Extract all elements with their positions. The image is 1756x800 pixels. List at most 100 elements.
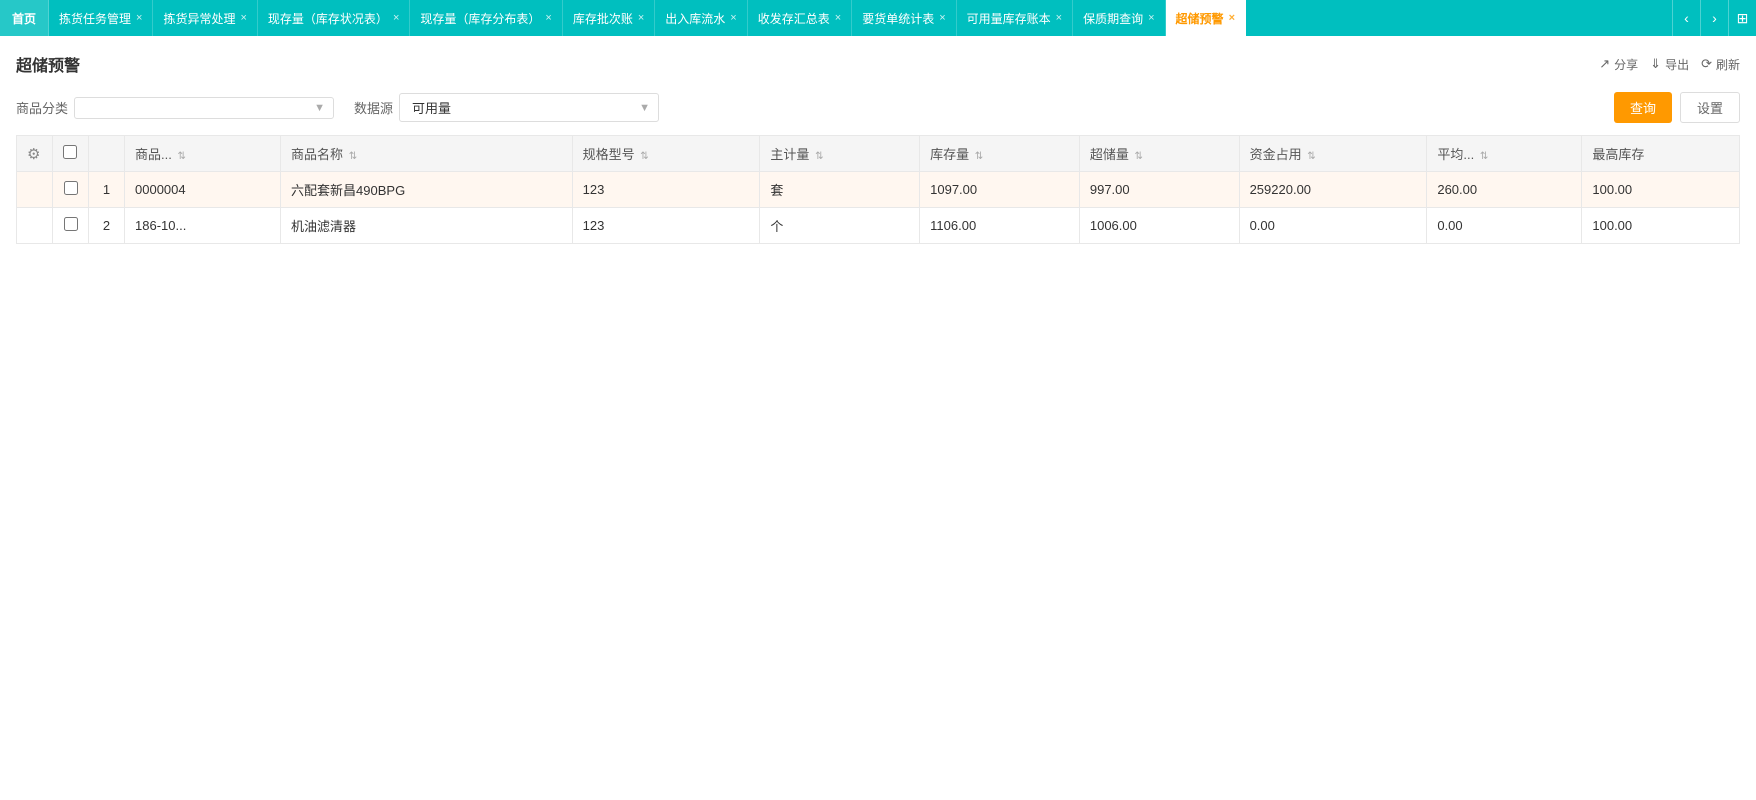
- refresh-button[interactable]: ⟳ 刷新: [1701, 56, 1740, 73]
- row-spec: 123: [572, 172, 760, 208]
- row-unit: 个: [760, 208, 920, 244]
- filter-action-buttons: 查询 设置: [1614, 92, 1740, 123]
- sort-product-code: ⇅: [177, 151, 185, 162]
- row-settings-cell: [17, 208, 53, 244]
- nav-item-close-5[interactable]: ×: [730, 12, 736, 24]
- table-body: 1 0000004 六配套新昌490BPG 123 套 1097.00 997.…: [17, 172, 1740, 244]
- refresh-icon: ⟳: [1701, 56, 1712, 72]
- share-icon: ↗: [1599, 56, 1610, 72]
- nav-item-3[interactable]: 现存量（库存分布表） ×: [410, 0, 562, 36]
- nav-item-close-4[interactable]: ×: [638, 12, 644, 24]
- page-title: 超储预警: [16, 52, 80, 76]
- row-capital: 259220.00: [1239, 172, 1427, 208]
- nav-item-label-2: 现存量（库存状况表）: [268, 10, 388, 27]
- nav-arrow-left[interactable]: ‹: [1672, 0, 1700, 36]
- export-button[interactable]: ⇓ 导出: [1650, 56, 1689, 73]
- nav-item-7[interactable]: 要货单统计表×: [852, 0, 956, 36]
- row-product-code: 0000004: [125, 172, 281, 208]
- nav-item-9[interactable]: 保质期查询 ×: [1073, 0, 1165, 36]
- sort-avg: ⇅: [1480, 151, 1488, 162]
- nav-item-close-10[interactable]: ×: [1229, 12, 1235, 24]
- th-avg[interactable]: 平均... ⇅: [1427, 136, 1582, 172]
- header-gear-icon[interactable]: ⚙: [27, 146, 40, 163]
- nav-arrow-right[interactable]: ›: [1700, 0, 1728, 36]
- export-icon: ⇓: [1650, 56, 1661, 72]
- datasource-value: 可用量: [412, 98, 451, 117]
- nav-item-label-1: 拣货异常处理: [163, 10, 235, 27]
- nav-item-close-1[interactable]: ×: [240, 12, 246, 24]
- nav-item-2[interactable]: 现存量（库存状况表） ×: [258, 0, 410, 36]
- sort-stock: ⇅: [975, 151, 983, 162]
- row-spec: 123: [572, 208, 760, 244]
- share-button[interactable]: ↗ 分享: [1599, 56, 1638, 73]
- nav-item-label-3: 现存量（库存分布表）: [420, 10, 540, 27]
- row-settings-cell: [17, 172, 53, 208]
- row-product-name: 六配套新昌490BPG: [281, 172, 573, 208]
- select-all-checkbox[interactable]: [63, 145, 77, 159]
- th-max-stock[interactable]: 最高库存: [1582, 136, 1740, 172]
- row-index: 1: [89, 172, 125, 208]
- filter-row: 商品分类 ▼ 数据源 可用量 ▼ 查询 设置: [16, 92, 1740, 123]
- th-checkbox[interactable]: [53, 136, 89, 172]
- nav-item-label-6: 收发存汇总表: [758, 10, 830, 27]
- row-checkbox-cell[interactable]: [53, 208, 89, 244]
- nav-item-close-7[interactable]: ×: [939, 12, 945, 24]
- data-table: ⚙ 商品... ⇅ 商品名称 ⇅ 规格型号: [16, 135, 1740, 244]
- nav-item-close-6[interactable]: ×: [835, 12, 841, 24]
- table-row: 1 0000004 六配套新昌490BPG 123 套 1097.00 997.…: [17, 172, 1740, 208]
- row-capital: 0.00: [1239, 208, 1427, 244]
- th-stock[interactable]: 库存量 ⇅: [920, 136, 1080, 172]
- header-actions: ↗ 分享 ⇓ 导出 ⟳ 刷新: [1599, 56, 1740, 73]
- th-spec[interactable]: 规格型号 ⇅: [572, 136, 760, 172]
- th-settings[interactable]: ⚙: [17, 136, 53, 172]
- filter-datasource: 数据源 可用量 ▼: [354, 93, 659, 122]
- th-product-code[interactable]: 商品... ⇅: [125, 136, 281, 172]
- product-category-select[interactable]: ▼: [74, 97, 334, 119]
- nav-item-label-5: 出入库流水: [665, 10, 725, 27]
- nav-item-4[interactable]: 库存批次账×: [563, 0, 655, 36]
- row-product-name: 机油滤清器: [281, 208, 573, 244]
- nav-item-close-0[interactable]: ×: [136, 12, 142, 24]
- nav-item-label-8: 可用量库存账本: [967, 10, 1051, 27]
- product-category-label: 商品分类: [16, 98, 68, 117]
- row-overstock: 1006.00: [1079, 208, 1239, 244]
- th-capital[interactable]: 资金占用 ⇅: [1239, 136, 1427, 172]
- table-header-row: ⚙ 商品... ⇅ 商品名称 ⇅ 规格型号: [17, 136, 1740, 172]
- nav-item-close-8[interactable]: ×: [1056, 12, 1062, 24]
- row-stock: 1106.00: [920, 208, 1080, 244]
- top-nav: 首页 拣货任务管理×拣货异常处理×现存量（库存状况表）×现存量（库存分布表）×库…: [0, 0, 1756, 36]
- nav-item-10[interactable]: 超储预警 ×: [1166, 0, 1246, 36]
- row-stock: 1097.00: [920, 172, 1080, 208]
- sort-overstock: ⇅: [1135, 151, 1143, 162]
- row-index: 2: [89, 208, 125, 244]
- row-max-stock: 100.00: [1582, 208, 1740, 244]
- nav-home-label: 首页: [12, 10, 36, 27]
- datasource-dropdown-arrow: ▼: [639, 102, 650, 114]
- nav-item-8[interactable]: 可用量库存账本 ×: [957, 0, 1073, 36]
- nav-item-6[interactable]: 收发存汇总表 ×: [748, 0, 852, 36]
- nav-item-label-10: 超储预警: [1176, 10, 1224, 27]
- nav-item-close-9[interactable]: ×: [1148, 12, 1154, 24]
- nav-arrow-expand[interactable]: ⊞: [1728, 0, 1756, 36]
- row-checkbox-0[interactable]: [64, 181, 78, 195]
- nav-item-close-2[interactable]: ×: [393, 12, 399, 24]
- nav-item-5[interactable]: 出入库流水 ×: [655, 0, 747, 36]
- th-product-name[interactable]: 商品名称 ⇅: [281, 136, 573, 172]
- row-checkbox-1[interactable]: [64, 217, 78, 231]
- sort-unit: ⇅: [815, 151, 823, 162]
- row-checkbox-cell[interactable]: [53, 172, 89, 208]
- sort-product-name: ⇅: [349, 151, 357, 162]
- nav-item-label-9: 保质期查询: [1083, 10, 1143, 27]
- nav-item-close-3[interactable]: ×: [545, 12, 551, 24]
- th-unit[interactable]: 主计量 ⇅: [760, 136, 920, 172]
- th-overstock[interactable]: 超储量 ⇅: [1079, 136, 1239, 172]
- nav-home[interactable]: 首页: [0, 0, 49, 36]
- row-avg: 0.00: [1427, 208, 1582, 244]
- nav-item-1[interactable]: 拣货异常处理 ×: [153, 0, 257, 36]
- row-product-code: 186-10...: [125, 208, 281, 244]
- table-container: ⚙ 商品... ⇅ 商品名称 ⇅ 规格型号: [16, 135, 1740, 244]
- datasource-select[interactable]: 可用量 ▼: [399, 93, 659, 122]
- query-button[interactable]: 查询: [1614, 92, 1672, 123]
- settings-button[interactable]: 设置: [1680, 92, 1740, 123]
- nav-item-0[interactable]: 拣货任务管理×: [49, 0, 153, 36]
